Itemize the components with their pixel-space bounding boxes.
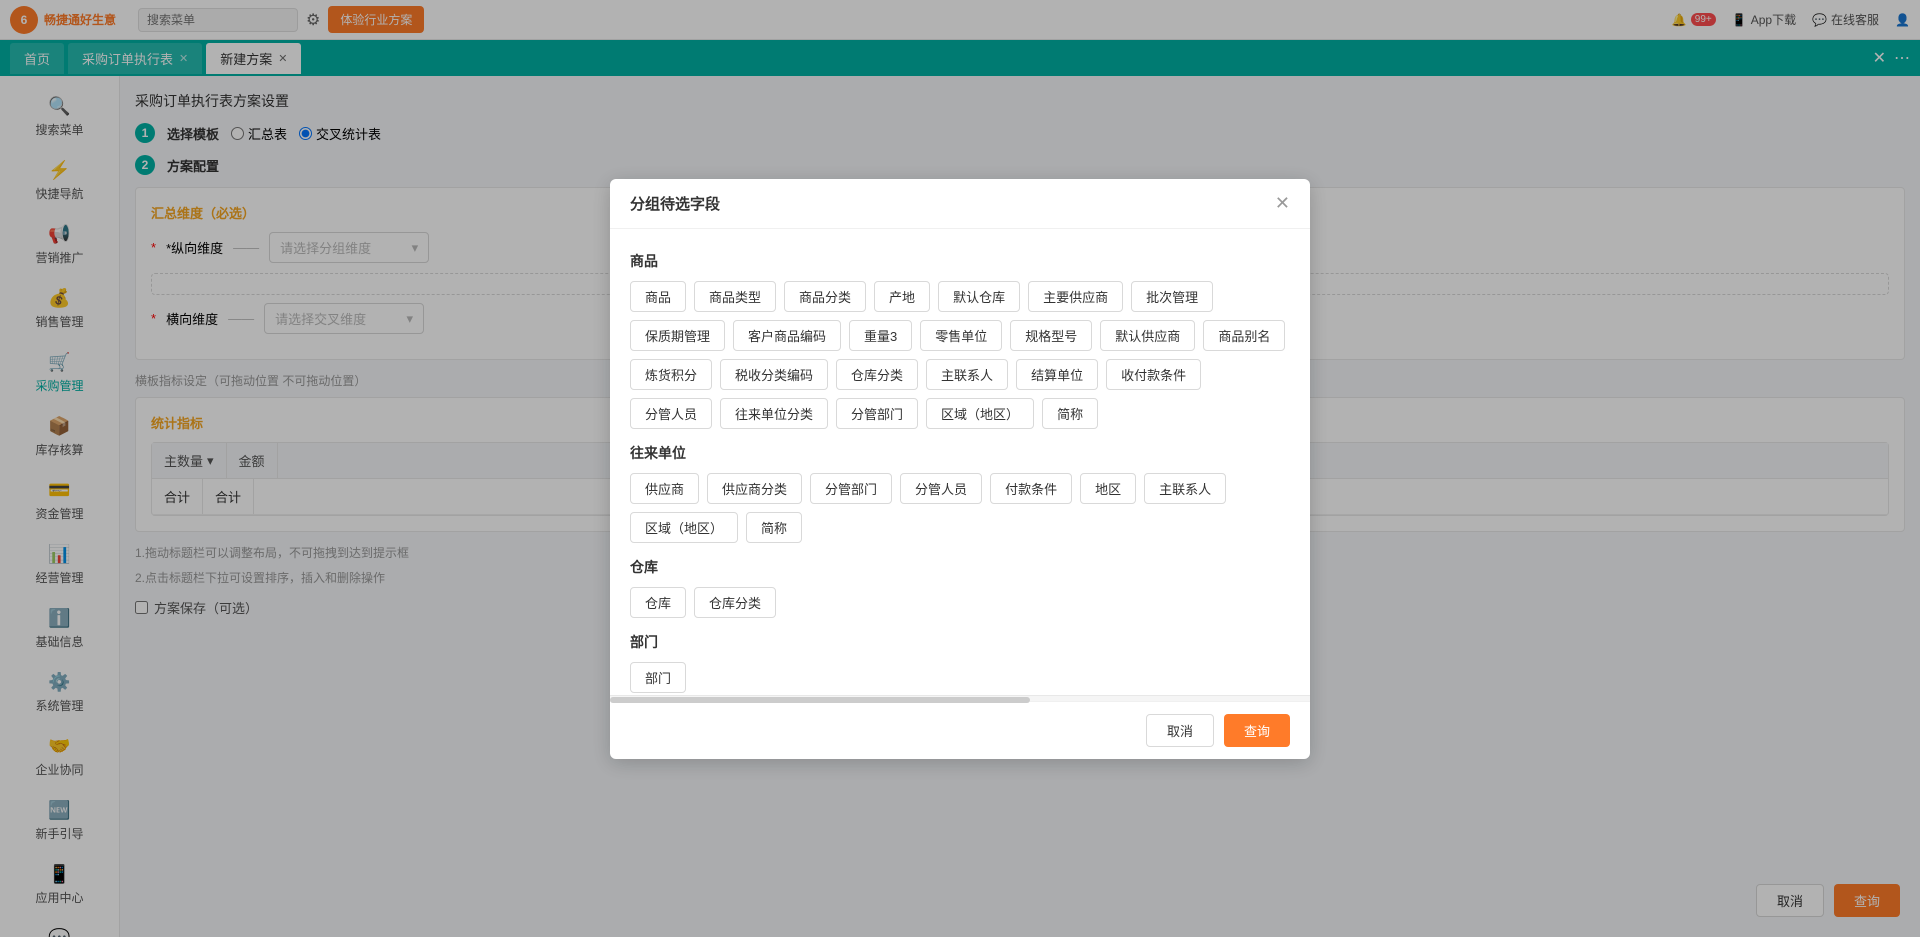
tag-product-21[interactable]: 往来单位分类 [720,398,828,429]
tag-partner-0[interactable]: 供应商 [630,473,699,504]
tag-product-20[interactable]: 分管人员 [630,398,712,429]
tag-product-9[interactable]: 重量3 [849,320,912,351]
tag-product-1[interactable]: 商品类型 [694,281,776,312]
modal-scroll-thumb[interactable] [610,697,1030,703]
section-title-dept: 部门 [630,632,1290,652]
modal-scroll-track [610,695,1310,701]
tag-product-12[interactable]: 默认供应商 [1100,320,1195,351]
tag-product-19[interactable]: 收付款条件 [1106,359,1201,390]
section-title-partner: 往来单位 [630,443,1290,463]
tag-product-22[interactable]: 分管部门 [836,398,918,429]
modal: 分组待选字段 ✕ 商品 商品 商品类型 商品分类 产地 默认仓库 主要供应商 批… [610,179,1310,759]
tag-product-8[interactable]: 客户商品编码 [733,320,841,351]
modal-header: 分组待选字段 ✕ [610,179,1310,229]
tag-product-11[interactable]: 规格型号 [1010,320,1092,351]
tag-product-15[interactable]: 税收分类编码 [720,359,828,390]
modal-confirm-button[interactable]: 查询 [1224,714,1290,747]
tag-product-6[interactable]: 批次管理 [1131,281,1213,312]
tag-partner-6[interactable]: 主联系人 [1144,473,1226,504]
tag-group-partner: 供应商 供应商分类 分管部门 分管人员 付款条件 地区 主联系人 区域（地区） … [630,473,1290,543]
modal-close-icon[interactable]: ✕ [1275,193,1290,214]
tag-partner-5[interactable]: 地区 [1080,473,1136,504]
tag-partner-2[interactable]: 分管部门 [810,473,892,504]
section-title-product: 商品 [630,251,1290,271]
modal-footer: 取消 查询 [610,701,1310,759]
tag-dept-0[interactable]: 部门 [630,662,686,693]
modal-body: 商品 商品 商品类型 商品分类 产地 默认仓库 主要供应商 批次管理 保质期管理… [610,229,1310,695]
tag-product-18[interactable]: 结算单位 [1016,359,1098,390]
tag-warehouse-0[interactable]: 仓库 [630,587,686,618]
modal-title: 分组待选字段 [630,193,720,214]
tag-product-2[interactable]: 商品分类 [784,281,866,312]
modal-overlay: 分组待选字段 ✕ 商品 商品 商品类型 商品分类 产地 默认仓库 主要供应商 批… [0,0,1920,937]
tag-product-7[interactable]: 保质期管理 [630,320,725,351]
tag-product-13[interactable]: 商品别名 [1203,320,1285,351]
tag-product-5[interactable]: 主要供应商 [1028,281,1123,312]
tag-partner-8[interactable]: 简称 [746,512,802,543]
tag-partner-3[interactable]: 分管人员 [900,473,982,504]
tag-product-16[interactable]: 仓库分类 [836,359,918,390]
tag-product-24[interactable]: 简称 [1042,398,1098,429]
tag-product-17[interactable]: 主联系人 [926,359,1008,390]
tag-partner-4[interactable]: 付款条件 [990,473,1072,504]
section-title-warehouse: 仓库 [630,557,1290,577]
tag-product-3[interactable]: 产地 [874,281,930,312]
tag-group-dept: 部门 [630,662,1290,693]
tag-product-4[interactable]: 默认仓库 [938,281,1020,312]
tag-product-0[interactable]: 商品 [630,281,686,312]
tag-product-14[interactable]: 炼货积分 [630,359,712,390]
tag-warehouse-1[interactable]: 仓库分类 [694,587,776,618]
tag-partner-7[interactable]: 区域（地区） [630,512,738,543]
modal-cancel-button[interactable]: 取消 [1146,714,1214,747]
tag-group-product: 商品 商品类型 商品分类 产地 默认仓库 主要供应商 批次管理 保质期管理 客户… [630,281,1290,429]
tag-partner-1[interactable]: 供应商分类 [707,473,802,504]
tag-product-23[interactable]: 区域（地区） [926,398,1034,429]
tag-group-warehouse: 仓库 仓库分类 [630,587,1290,618]
tag-product-10[interactable]: 零售单位 [920,320,1002,351]
